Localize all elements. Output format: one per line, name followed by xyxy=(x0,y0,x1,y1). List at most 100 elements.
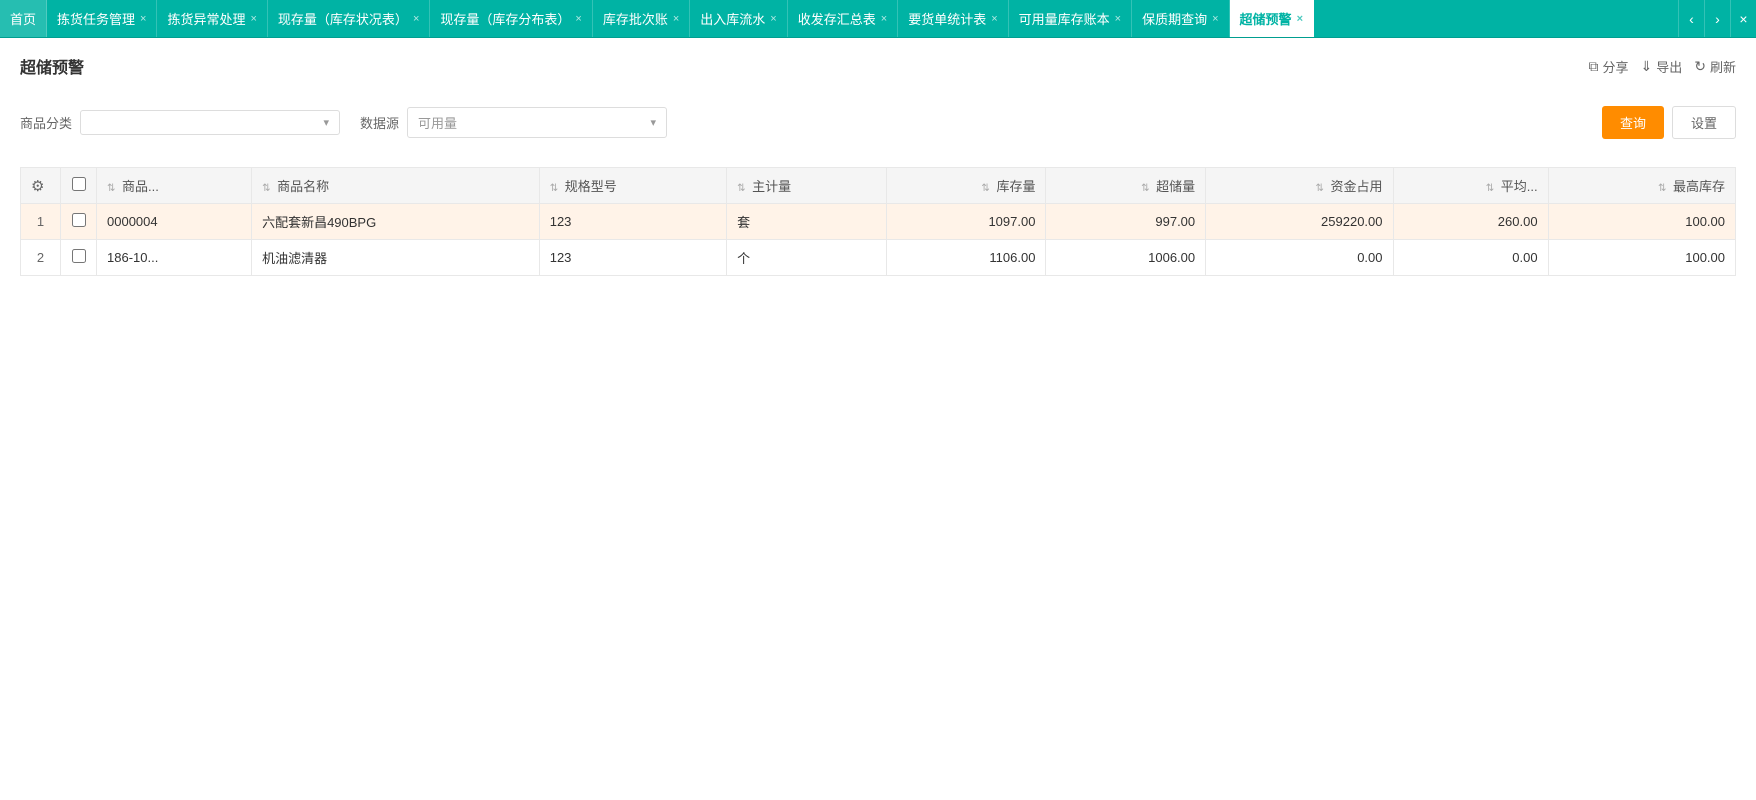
sort-icon-stock[interactable]: ⇅ xyxy=(981,183,989,194)
datasource-select-value: 可用量 xyxy=(418,113,650,132)
nav-stock-dist[interactable]: 现存量（库存分布表） × xyxy=(430,0,592,37)
select-all-checkbox[interactable] xyxy=(72,177,86,191)
sort-icon-avg[interactable]: ⇅ xyxy=(1486,183,1494,194)
cell-code-1: 186-10... xyxy=(97,240,252,276)
title-actions: ⧉ 分享 ⇓ 导出 ↻ 刷新 xyxy=(1588,57,1736,76)
datasource-select[interactable]: 可用量 ▾ xyxy=(407,107,667,138)
export-button[interactable]: ⇓ 导出 xyxy=(1641,57,1683,76)
page-title: 超储预警 xyxy=(20,54,84,78)
cell-name-0: 六配套新昌490BPG xyxy=(252,204,540,240)
sort-icon-max-stock[interactable]: ⇅ xyxy=(1658,183,1666,194)
nav-home[interactable]: 首页 xyxy=(0,0,47,37)
cell-name-1: 机油滤清器 xyxy=(252,240,540,276)
nav-arrow-right[interactable]: › xyxy=(1704,0,1730,38)
column-avg: ⇅ 平均... xyxy=(1393,168,1548,204)
column-max-stock: ⇅ 最高库存 xyxy=(1548,168,1735,204)
close-expiry-tab[interactable]: × xyxy=(1212,13,1218,25)
sort-icon-spec[interactable]: ⇅ xyxy=(550,183,558,194)
cell-stock-1: 1106.00 xyxy=(886,240,1046,276)
column-spec: ⇅ 规格型号 xyxy=(539,168,726,204)
column-name: ⇅ 商品名称 xyxy=(252,168,540,204)
close-inout-tab[interactable]: × xyxy=(770,13,776,25)
column-gear: ⚙ xyxy=(21,168,61,204)
cell-code-0: 0000004 xyxy=(97,204,252,240)
close-task-tab[interactable]: × xyxy=(140,13,146,25)
table-row: 1 0000004 六配套新昌490BPG 123 套 1097.00 997.… xyxy=(21,204,1736,240)
nav-arrow-left[interactable]: ‹ xyxy=(1678,0,1704,38)
datasource-label: 数据源 xyxy=(360,113,399,132)
nav-inout[interactable]: 出入库流水 × xyxy=(690,0,787,37)
filter-row: 商品分类 ▾ 数据源 可用量 ▾ 查询 设置 xyxy=(20,94,1736,151)
share-button[interactable]: ⧉ 分享 xyxy=(1588,57,1628,76)
column-stock: ⇅ 库存量 xyxy=(886,168,1046,204)
cell-overstock-0: 997.00 xyxy=(1046,204,1206,240)
gear-icon[interactable]: ⚙ xyxy=(31,178,44,195)
nav-arrow-close[interactable]: × xyxy=(1730,0,1756,38)
cell-check-0 xyxy=(61,204,97,240)
nav-summary[interactable]: 收发存汇总表 × xyxy=(788,0,898,37)
sort-icon-code[interactable]: ⇅ xyxy=(107,183,115,194)
close-summary-tab[interactable]: × xyxy=(881,13,887,25)
data-table: ⚙ ⇅ 商品... ⇅ 商品名称 ⇅ 规格型号 ⇅ xyxy=(20,167,1736,276)
refresh-button[interactable]: ↻ 刷新 xyxy=(1694,57,1736,76)
filter-buttons: 查询 设置 xyxy=(1602,106,1736,139)
cell-seq-0: 1 xyxy=(21,204,61,240)
page-title-row: 超储预警 ⧉ 分享 ⇓ 导出 ↻ 刷新 xyxy=(20,54,1736,78)
cell-overstock-1: 1006.00 xyxy=(1046,240,1206,276)
nav-task[interactable]: 拣货任务管理 × xyxy=(47,0,157,37)
sort-icon-capital[interactable]: ⇅ xyxy=(1315,183,1323,194)
close-available-tab[interactable]: × xyxy=(1115,13,1121,25)
settings-button[interactable]: 设置 xyxy=(1672,106,1736,139)
cell-stock-0: 1097.00 xyxy=(886,204,1046,240)
nav-stock-status[interactable]: 现存量（库存状况表） × xyxy=(268,0,430,37)
share-icon: ⧉ xyxy=(1588,58,1598,75)
row-checkbox-0[interactable] xyxy=(72,213,86,227)
cell-avg-0: 260.00 xyxy=(1393,204,1548,240)
table-row: 2 186-10... 机油滤清器 123 个 1106.00 1006.00 … xyxy=(21,240,1736,276)
cell-unit-0: 套 xyxy=(727,204,887,240)
chevron-down-icon: ▾ xyxy=(323,116,329,129)
close-order-stats-tab[interactable]: × xyxy=(991,13,997,25)
nav-batch[interactable]: 库存批次账 × xyxy=(593,0,690,37)
cell-seq-1: 2 xyxy=(21,240,61,276)
chevron-down-icon-2: ▾ xyxy=(651,116,657,129)
export-icon: ⇓ xyxy=(1641,58,1653,75)
page-content: 超储预警 ⧉ 分享 ⇓ 导出 ↻ 刷新 商品分类 ▾ 数据源 xyxy=(0,38,1756,292)
category-filter: 商品分类 ▾ xyxy=(20,110,340,135)
close-stock-dist-tab[interactable]: × xyxy=(575,13,581,25)
close-overstock-tab[interactable]: × xyxy=(1297,13,1303,25)
column-unit: ⇅ 主计量 xyxy=(727,168,887,204)
cell-check-1 xyxy=(61,240,97,276)
sort-icon-name[interactable]: ⇅ xyxy=(262,183,270,194)
datasource-filter: 数据源 可用量 ▾ xyxy=(360,107,667,138)
column-capital: ⇅ 资金占用 xyxy=(1206,168,1393,204)
query-button[interactable]: 查询 xyxy=(1602,106,1664,139)
nav-arrow-group: ‹ › × xyxy=(1678,0,1756,38)
cell-unit-1: 个 xyxy=(727,240,887,276)
close-stock-status-tab[interactable]: × xyxy=(413,13,419,25)
cell-spec-1: 123 xyxy=(539,240,726,276)
sort-icon-overstock[interactable]: ⇅ xyxy=(1141,183,1149,194)
table-header-row: ⚙ ⇅ 商品... ⇅ 商品名称 ⇅ 规格型号 ⇅ xyxy=(21,168,1736,204)
nav-overstock[interactable]: 超储预警 × xyxy=(1230,0,1314,37)
nav-available[interactable]: 可用量库存账本 × xyxy=(1009,0,1132,37)
column-check xyxy=(61,168,97,204)
category-label: 商品分类 xyxy=(20,113,72,132)
row-checkbox-1[interactable] xyxy=(72,249,86,263)
close-abnormal-tab[interactable]: × xyxy=(250,13,256,25)
nav-abnormal[interactable]: 拣货异常处理 × xyxy=(157,0,267,37)
cell-spec-0: 123 xyxy=(539,204,726,240)
close-batch-tab[interactable]: × xyxy=(673,13,679,25)
cell-max-stock-1: 100.00 xyxy=(1548,240,1735,276)
nav-expiry[interactable]: 保质期查询 × xyxy=(1132,0,1229,37)
sort-icon-unit[interactable]: ⇅ xyxy=(737,183,745,194)
cell-max-stock-0: 100.00 xyxy=(1548,204,1735,240)
category-select[interactable]: ▾ xyxy=(80,110,340,135)
column-overstock: ⇅ 超储量 xyxy=(1046,168,1206,204)
cell-avg-1: 0.00 xyxy=(1393,240,1548,276)
cell-capital-0: 259220.00 xyxy=(1206,204,1393,240)
nav-order-stats[interactable]: 要货单统计表 × xyxy=(898,0,1008,37)
refresh-icon: ↻ xyxy=(1694,58,1706,75)
top-navigation: 首页 拣货任务管理 × 拣货异常处理 × 现存量（库存状况表） × 现存量（库存… xyxy=(0,0,1756,38)
column-code: ⇅ 商品... xyxy=(97,168,252,204)
